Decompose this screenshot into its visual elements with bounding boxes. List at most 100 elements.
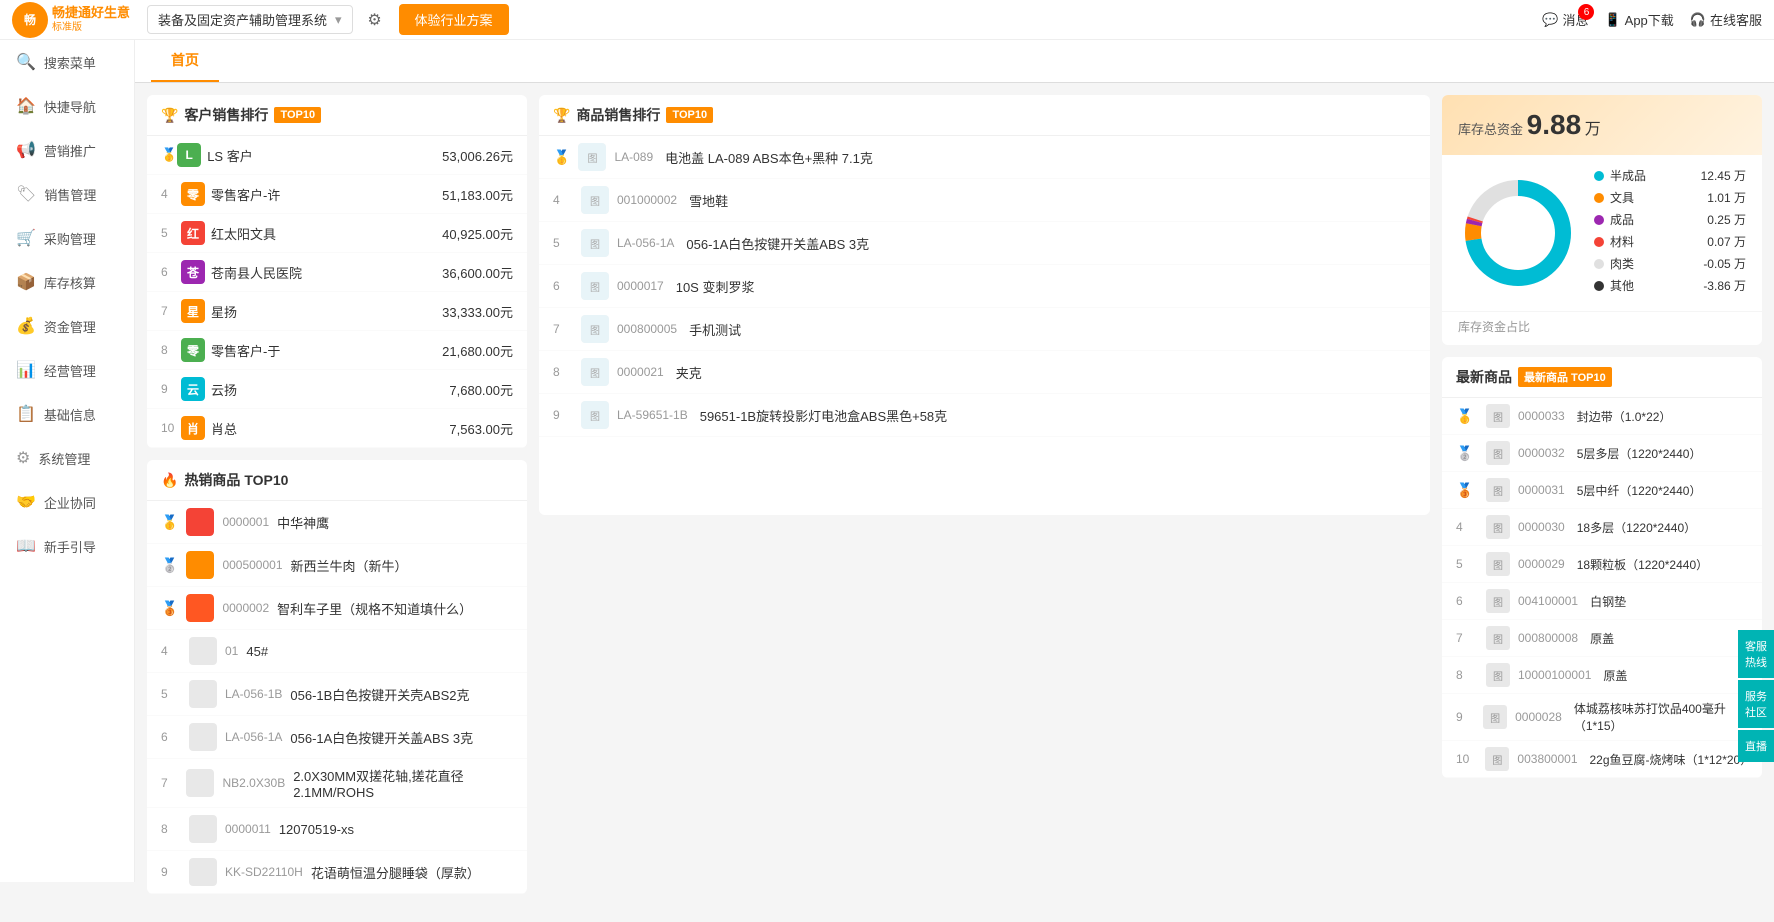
customer-rank-card: 🏆 客户销售排行 TOP10 🥇 L LS 客户 53,006.26元 4 零 … (147, 95, 527, 448)
latest-product-code: 000800008 (1518, 631, 1578, 645)
product-code: 000500001 (222, 558, 282, 572)
product-name: 电池盖 LA-089 ABS本色+黑种 7.1克 (665, 148, 873, 167)
sidebar-item-purchase[interactable]: 🛒采购管理 (0, 216, 134, 260)
legend-label: 文具 (1610, 189, 1707, 206)
online-service-item[interactable]: 🎧 在线客服 (1690, 10, 1762, 29)
latest-product-item: 6 图 004100001 白钢垫 (1442, 583, 1762, 620)
sidebar-label: 库存核算 (44, 273, 96, 292)
sidebar-label: 快捷导航 (44, 97, 96, 116)
rank-avatar: 星 (181, 299, 205, 323)
sidebar-label: 搜索菜单 (44, 53, 96, 72)
product-name: 12070519-xs (279, 822, 354, 837)
sidebar-item-operations[interactable]: 📊经营管理 (0, 348, 134, 392)
legend-value: 0.07 万 (1707, 233, 1746, 250)
sidebar-item-system[interactable]: ⚙系统管理 (0, 436, 134, 480)
legend-color (1594, 171, 1604, 181)
rank-number: 5 (1456, 557, 1478, 571)
rank-value: 53,006.26元 (442, 146, 513, 165)
sidebar-item-inventory[interactable]: 📦库存核算 (0, 260, 134, 304)
rank-avatar: L (177, 143, 201, 167)
legend-label: 半成品 (1610, 167, 1701, 184)
product-code: LA-056-1B (225, 687, 282, 701)
rank-number: 9 (161, 865, 181, 879)
latest-products-header: 最新商品 最新商品 TOP10 (1442, 357, 1762, 398)
sidebar-item-enterprise[interactable]: 🤝企业协同 (0, 480, 134, 524)
sidebar-item-finance[interactable]: 💰 资金管理 (0, 304, 134, 348)
rank-number: 4 (161, 187, 181, 201)
rank-name: 零售客户-许 (211, 185, 442, 204)
rank-name: 云扬 (211, 380, 449, 399)
product-code: LA-089 (614, 150, 653, 164)
product-image: 图 (581, 186, 609, 214)
gold-medal-icon: 🥇 (1456, 408, 1478, 425)
latest-product-image: 图 (1485, 747, 1509, 771)
latest-product-item: 10 图 003800001 22g鱼豆腐-烧烤味（1*12*20） (1442, 741, 1762, 778)
sidebar-item-sales[interactable]: 🏷销售管理 (0, 172, 134, 216)
message-item[interactable]: 💬 消息 6 (1542, 10, 1588, 29)
gold-medal-icon: 🥇 (161, 514, 178, 531)
latest-product-code: 0000029 (1518, 557, 1565, 571)
settings-icon[interactable]: ⚙ (361, 6, 389, 34)
rank-number: 8 (553, 365, 573, 379)
legend-color (1594, 259, 1604, 269)
rank-item: 8 零 零售客户-于 21,680.00元 (147, 331, 527, 370)
rank-number: 6 (1456, 594, 1478, 608)
app-download-item[interactable]: 📱 App下载 (1604, 10, 1673, 29)
legend-value: 0.25 万 (1707, 211, 1746, 228)
system-select[interactable]: 装备及固定资产辅助管理系统 ▾ (147, 5, 353, 34)
latest-product-code: 0000028 (1515, 710, 1562, 724)
product-name: 手机测试 (689, 320, 741, 339)
sales-products-header: 🏆 商品销售排行 TOP10 (539, 95, 1430, 136)
rank-number: 7 (553, 322, 573, 336)
rank-avatar: 零 (181, 182, 205, 206)
sales-product-item: 5 图 LA-056-1A 056-1A白色按键开关盖ABS 3克 (539, 222, 1430, 265)
topbar-right: 💬 消息 6 📱 App下载 🎧 在线客服 (1542, 10, 1762, 29)
latest-product-code: 0000031 (1518, 483, 1565, 497)
message-icon: 💬 (1542, 12, 1558, 28)
latest-product-item: 9 图 0000028 体城荔核味苏打饮品400毫升（1*15） (1442, 694, 1762, 741)
content-area: 🏆 客户销售排行 TOP10 🥇 L LS 客户 53,006.26元 4 零 … (135, 83, 1774, 918)
silver-medal-icon: 🥈 (161, 557, 178, 574)
tab-home[interactable]: 首页 (151, 40, 219, 82)
latest-product-image: 图 (1486, 404, 1510, 428)
inventory-legend: 半成品 12.45 万 文具 1.01 万 成品 0.25 万 材料 0.07 … (1594, 167, 1746, 299)
right-column: 库存总资金 9.88 万 (1442, 95, 1762, 906)
latest-product-name: 22g鱼豆腐-烧烤味（1*12*20） (1590, 751, 1749, 768)
bronze-medal-icon: 🥉 (1456, 482, 1478, 499)
product-name: 056-1A白色按键开关盖ABS 3克 (290, 728, 473, 747)
latest-product-name: 原盖 (1590, 630, 1614, 647)
legend-label: 成品 (1610, 211, 1707, 228)
logo: 畅 畅捷通好生意 标准版 (12, 2, 147, 38)
inventory-chart-area: 半成品 12.45 万 文具 1.01 万 成品 0.25 万 材料 0.07 … (1442, 155, 1762, 311)
product-name: 056-1B白色按键开关壳ABS2克 (290, 685, 469, 704)
latest-product-item: 🥈 图 0000032 5层多层（1220*2440） (1442, 435, 1762, 472)
rank-number: 7 (161, 304, 181, 318)
rank-number: 8 (161, 343, 181, 357)
product-image: 图 (581, 401, 609, 429)
finance-icon: 💰 (16, 316, 36, 336)
cs-community-btn[interactable]: 服务社区 (1738, 680, 1774, 728)
latest-product-image: 图 (1486, 515, 1510, 539)
sidebar-item-search[interactable]: 🔍搜索菜单 (0, 40, 134, 84)
sidebar-item-guide[interactable]: 📖新手引导 (0, 524, 134, 568)
gold-medal-icon: 🥇 (161, 147, 177, 163)
latest-product-name: 封边带（1.0*22） (1577, 408, 1672, 425)
sidebar-item-basic-info[interactable]: 📋基础信息 (0, 392, 134, 436)
sidebar-item-quick-nav[interactable]: 🏠快捷导航 (0, 84, 134, 128)
cs-live-btn[interactable]: 直播 (1738, 730, 1774, 762)
rank-value: 33,333.00元 (442, 302, 513, 321)
legend-value: -0.05 万 (1703, 255, 1746, 272)
latest-product-image: 图 (1486, 552, 1510, 576)
hot-product-item: 🥉 0000002 智利车子里（规格不知道填什么） (147, 587, 527, 630)
trial-button[interactable]: 体验行业方案 (399, 4, 509, 35)
latest-product-image: 图 (1486, 626, 1510, 650)
cs-hotline-btn[interactable]: 客服热线 (1738, 630, 1774, 678)
sidebar-item-marketing[interactable]: 📢营销推广 (0, 128, 134, 172)
product-name: 新西兰牛肉（新牛） (291, 556, 408, 575)
rank-number: 6 (161, 265, 181, 279)
sidebar-label: 资金管理 (44, 317, 96, 336)
rank-number: 7 (161, 776, 178, 790)
latest-product-image: 图 (1486, 589, 1510, 613)
product-image: 图 (581, 272, 609, 300)
latest-product-name: 18多层（1220*2440） (1577, 519, 1696, 536)
